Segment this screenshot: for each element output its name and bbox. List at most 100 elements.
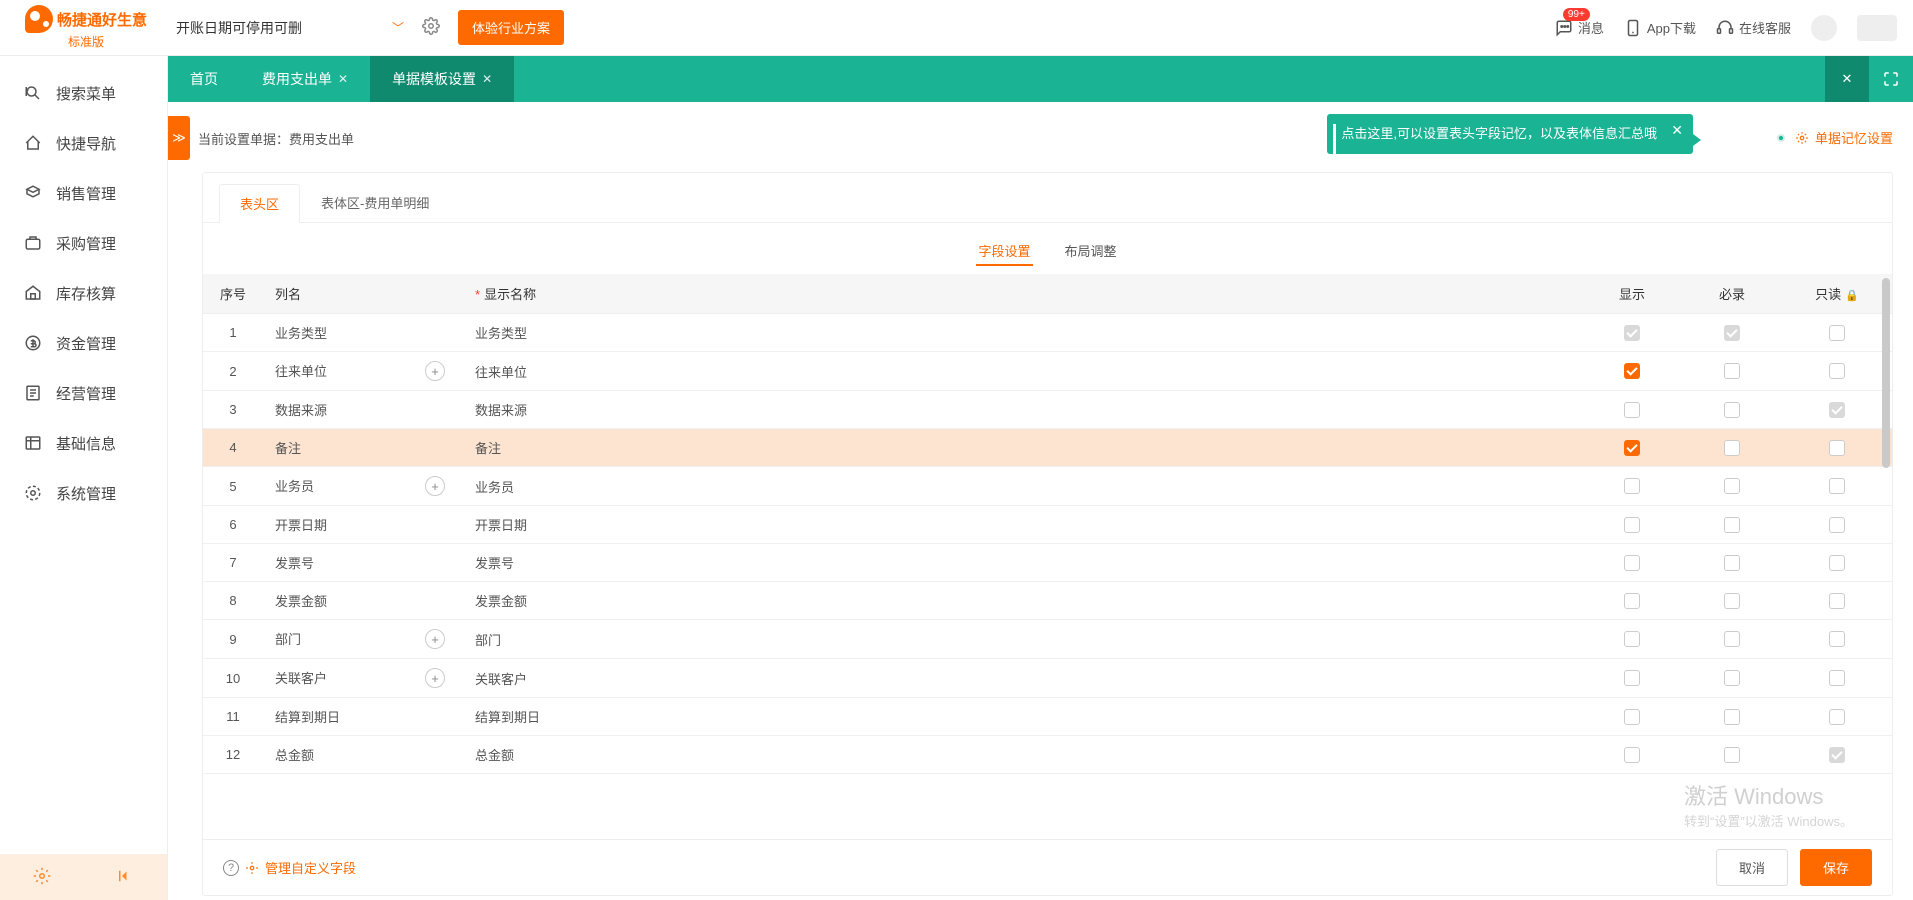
table-scroll[interactable]: 序号 列名 *显示名称 显示 必录 只读🔒 1业务类型业务类型2往来单位+往来单… (203, 274, 1892, 839)
close-icon[interactable]: ✕ (482, 72, 492, 86)
checkbox[interactable] (1724, 709, 1740, 725)
checkbox[interactable] (1624, 363, 1640, 379)
checkbox[interactable] (1724, 517, 1740, 533)
avatar-small[interactable] (1811, 15, 1837, 41)
checkbox[interactable] (1724, 363, 1740, 379)
checkbox[interactable] (1829, 709, 1845, 725)
table-row[interactable]: 6开票日期开票日期 (203, 506, 1892, 544)
table-row[interactable]: 9部门+部门 (203, 620, 1892, 659)
page-title-select[interactable]: 开账日期可停用可删 ﹀ (176, 18, 404, 38)
avatar[interactable] (1857, 15, 1897, 41)
memory-settings-link[interactable]: 单据记忆设置 (1777, 128, 1893, 147)
zone-tab-1[interactable]: 表体区-费用单明细 (300, 183, 450, 222)
checkbox[interactable] (1829, 670, 1845, 686)
checkbox[interactable] (1624, 478, 1640, 494)
sidebar-item-3[interactable]: 采购管理 (0, 218, 167, 268)
cell-disp[interactable]: 结算到期日 (463, 698, 1582, 736)
checkbox[interactable] (1724, 670, 1740, 686)
cell-disp[interactable]: 发票金额 (463, 582, 1582, 620)
sidebar-item-5[interactable]: 资金管理 (0, 318, 167, 368)
save-button[interactable]: 保存 (1800, 849, 1872, 886)
table-row[interactable]: 1业务类型业务类型 (203, 314, 1892, 352)
table-row[interactable]: 8发票金额发票金额 (203, 582, 1892, 620)
fullscreen-button[interactable] (1869, 56, 1913, 102)
checkbox[interactable] (1624, 593, 1640, 609)
settings-icon[interactable] (422, 17, 440, 38)
checkbox[interactable] (1724, 440, 1740, 456)
checkbox[interactable] (1624, 517, 1640, 533)
cell-disp[interactable]: 总金额 (463, 736, 1582, 774)
sidebar-item-6[interactable]: 经营管理 (0, 368, 167, 418)
table-row[interactable]: 10关联客户+关联客户 (203, 659, 1892, 698)
checkbox[interactable] (1624, 631, 1640, 647)
checkbox[interactable] (1829, 478, 1845, 494)
collapse-icon[interactable] (116, 867, 134, 888)
manage-custom-fields-link[interactable]: ? 管理自定义字段 (223, 858, 356, 877)
table-row[interactable]: 3数据来源数据来源 (203, 391, 1892, 429)
checkbox[interactable] (1829, 517, 1845, 533)
cancel-button[interactable]: 取消 (1716, 849, 1788, 886)
messages-button[interactable]: 99+ 消息 (1555, 18, 1604, 37)
cell-disp[interactable]: 业务类型 (463, 314, 1582, 352)
close-icon[interactable]: ✕ (338, 72, 348, 86)
checkbox[interactable] (1829, 555, 1845, 571)
table-row[interactable]: 7发票号发票号 (203, 544, 1892, 582)
checkbox[interactable] (1624, 555, 1640, 571)
cell-disp[interactable]: 部门 (463, 620, 1582, 659)
close-icon[interactable]: ✕ (1671, 120, 1683, 141)
plus-icon[interactable]: + (425, 629, 445, 649)
try-industry-button[interactable]: 体验行业方案 (458, 10, 564, 45)
checkbox[interactable] (1624, 709, 1640, 725)
close-all-tabs-button[interactable]: ✕ (1825, 56, 1869, 102)
checkbox[interactable] (1624, 440, 1640, 456)
table-row[interactable]: 2往来单位+往来单位 (203, 352, 1892, 391)
table-row[interactable]: 12总金额总金额 (203, 736, 1892, 774)
sub-tab-0[interactable]: 字段设置 (976, 237, 1032, 266)
cell-ro (1782, 429, 1892, 467)
checkbox[interactable] (1624, 670, 1640, 686)
cell-disp[interactable]: 关联客户 (463, 659, 1582, 698)
gear-icon[interactable] (33, 867, 51, 888)
cell-disp[interactable]: 业务员 (463, 467, 1582, 506)
sidebar-item-7[interactable]: 基础信息 (0, 418, 167, 468)
checkbox[interactable] (1724, 555, 1740, 571)
checkbox[interactable] (1624, 747, 1640, 763)
cell-disp[interactable]: 往来单位 (463, 352, 1582, 391)
cell-disp[interactable]: 数据来源 (463, 391, 1582, 429)
checkbox[interactable] (1724, 478, 1740, 494)
table-row[interactable]: 5业务员+业务员 (203, 467, 1892, 506)
checkbox[interactable] (1829, 325, 1845, 341)
checkbox[interactable] (1724, 593, 1740, 609)
zone-tab-0[interactable]: 表头区 (219, 184, 300, 223)
cell-disp[interactable]: 备注 (463, 429, 1582, 467)
sidebar-item-4[interactable]: 库存核算 (0, 268, 167, 318)
app-download-button[interactable]: App下载 (1624, 18, 1696, 37)
table-row[interactable]: 11结算到期日结算到期日 (203, 698, 1892, 736)
sidebar-item-1[interactable]: 快捷导航 (0, 118, 167, 168)
sidebar-item-2[interactable]: 销售管理 (0, 168, 167, 218)
plus-icon[interactable]: + (425, 668, 445, 688)
checkbox[interactable] (1829, 631, 1845, 647)
tab-1[interactable]: 费用支出单✕ (240, 56, 370, 102)
sidebar-item-8[interactable]: 系统管理 (0, 468, 167, 518)
checkbox[interactable] (1829, 363, 1845, 379)
tab-0[interactable]: 首页 (168, 56, 240, 102)
customer-service-button[interactable]: 在线客服 (1716, 18, 1791, 37)
plus-icon[interactable]: + (425, 476, 445, 496)
checkbox[interactable] (1724, 631, 1740, 647)
cell-disp[interactable]: 开票日期 (463, 506, 1582, 544)
cell-disp[interactable]: 发票号 (463, 544, 1582, 582)
cell-ro (1782, 467, 1892, 506)
expand-panel-button[interactable]: ≫ (168, 116, 190, 160)
scrollbar[interactable] (1882, 278, 1890, 468)
sidebar-item-0[interactable]: 搜索菜单 (0, 68, 167, 118)
plus-icon[interactable]: + (425, 361, 445, 381)
checkbox[interactable] (1724, 747, 1740, 763)
checkbox[interactable] (1829, 440, 1845, 456)
checkbox[interactable] (1724, 402, 1740, 418)
checkbox[interactable] (1624, 402, 1640, 418)
checkbox[interactable] (1829, 593, 1845, 609)
tab-2[interactable]: 单据模板设置✕ (370, 56, 514, 102)
table-row[interactable]: 4备注备注 (203, 429, 1892, 467)
sub-tab-1[interactable]: 布局调整 (1063, 237, 1119, 266)
